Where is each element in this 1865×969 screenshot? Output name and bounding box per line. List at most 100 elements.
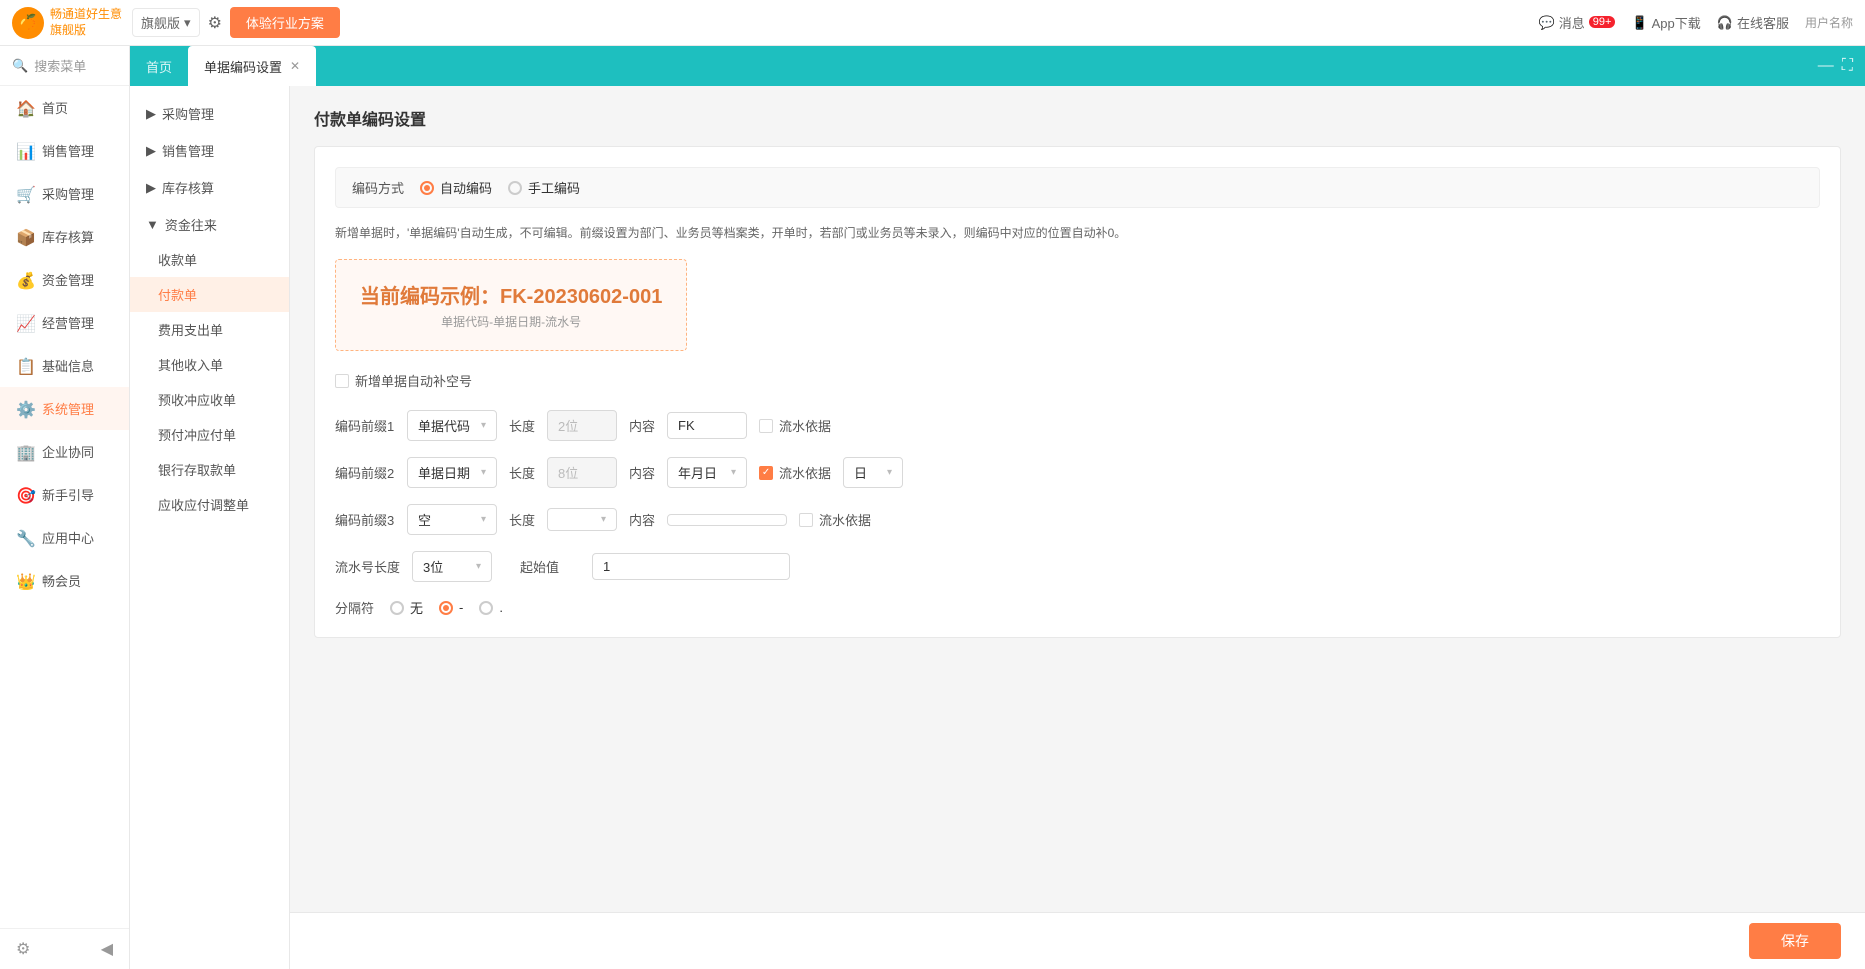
sidebar-label-member: 畅会员	[42, 571, 81, 590]
sub-group-capital-title[interactable]: ▼ 资金往来	[130, 207, 289, 242]
tab-maximize-icon[interactable]: ⛶	[1842, 57, 1853, 75]
serial-3-checkbox[interactable]	[799, 513, 813, 527]
sidebar-item-operation[interactable]: 📈 经营管理	[0, 301, 129, 344]
prefix-1-select[interactable]: 单据代码 ▾	[407, 410, 497, 441]
logo-text: 畅通道好生意 旗舰版	[50, 7, 122, 38]
manual-encode-radio[interactable]	[508, 181, 522, 195]
tab-bar-right: — ⛶	[1818, 57, 1865, 75]
message-label: 消息	[1559, 13, 1585, 32]
version-dropdown[interactable]: 旗舰版 ▾	[132, 8, 200, 37]
auto-encode-option[interactable]: 自动编码	[420, 178, 492, 197]
trial-button[interactable]: 体验行业方案	[230, 7, 340, 38]
search-label: 搜索菜单	[34, 56, 86, 75]
online-service-item[interactable]: 🎧 在线客服	[1717, 13, 1789, 32]
start-value-input[interactable]	[592, 553, 790, 580]
version-label: 旗舰版	[141, 13, 180, 32]
chevron-down-length-3: ▾	[601, 514, 606, 525]
auto-fill-checkbox[interactable]	[335, 374, 349, 388]
sidebar-label-home: 首页	[42, 98, 68, 117]
chevron-down-1: ▾	[481, 420, 486, 431]
system-icon: ⚙️	[16, 400, 34, 418]
sep-dash-radio[interactable]	[439, 601, 453, 615]
serial-2-checkbox[interactable]: ✓	[759, 466, 773, 480]
sidebar-item-home[interactable]: 🏠 首页	[0, 86, 129, 129]
tab-bar: 首页 单据编码设置 ✕ — ⛶	[130, 46, 1865, 86]
sidebar-bottom: ⚙ ◀	[0, 928, 129, 969]
sub-item-receipt[interactable]: 收款单	[130, 242, 289, 277]
topbar-left: 🍊 畅通道好生意 旗舰版 旗舰版 ▾ ⚙ 体验行业方案	[12, 7, 340, 39]
tab-home[interactable]: 首页	[130, 46, 188, 86]
message-item[interactable]: 💬 消息 99+	[1539, 13, 1616, 32]
page-title: 付款单编码设置	[314, 106, 1841, 130]
sub-item-expense[interactable]: 费用支出单	[130, 312, 289, 347]
tab-close-icon[interactable]: ✕	[290, 59, 300, 73]
sub-group-inventory-title[interactable]: ▶ 库存核算	[130, 170, 289, 205]
serial-length-label: 流水号长度	[335, 557, 400, 576]
sep-dot-option[interactable]: .	[479, 600, 503, 615]
tab-minimize-icon[interactable]: —	[1818, 57, 1834, 75]
length-3-select[interactable]: ▾	[547, 508, 617, 531]
serial-2-label: 流水依据	[779, 463, 831, 482]
sidebar-item-sales[interactable]: 📊 销售管理	[0, 129, 129, 172]
prefix-3-value: 空	[418, 510, 431, 529]
sep-none-radio[interactable]	[390, 601, 404, 615]
day-select[interactable]: 日 ▾	[843, 457, 903, 488]
prefix-3-label: 编码前缀3	[335, 510, 395, 529]
manual-encode-option[interactable]: 手工编码	[508, 178, 580, 197]
content-2-label: 内容	[629, 463, 655, 482]
search-menu[interactable]: 🔍 搜索菜单	[0, 46, 129, 86]
sub-item-prepay-payable[interactable]: 预付冲应付单	[130, 417, 289, 452]
serial-1-checkbox[interactable]	[759, 419, 773, 433]
sidebar-item-system[interactable]: ⚙️ 系统管理	[0, 387, 129, 430]
sep-dash-option[interactable]: -	[439, 600, 463, 615]
online-service-label: 在线客服	[1737, 13, 1789, 32]
sub-item-payment[interactable]: 付款单	[130, 277, 289, 312]
content-2-select[interactable]: 年月日 ▾	[667, 457, 747, 488]
sidebar-label-sales: 销售管理	[42, 141, 94, 160]
info-text: 新增单据时，'单据编码'自动生成，不可编辑。前缀设置为部门、业务员等档案类，开单…	[335, 224, 1820, 243]
prefix-row-2: 编码前缀2 单据日期 ▾ 长度 8位 内容 年月日 ▾	[335, 457, 1820, 488]
app-download-item[interactable]: 📱 App下载	[1631, 13, 1700, 32]
serial-length-value: 3位	[423, 557, 443, 576]
save-button[interactable]: 保存	[1749, 923, 1841, 959]
sales-icon: 📊	[16, 142, 34, 160]
sub-item-other-income[interactable]: 其他收入单	[130, 347, 289, 382]
sep-dot-radio[interactable]	[479, 601, 493, 615]
auto-fill-label: 新增单据自动补空号	[355, 371, 472, 390]
sidebar: 🔍 搜索菜单 🏠 首页 📊 销售管理 🛒 采购管理 📦 库存核算 💰	[0, 46, 130, 969]
sidebar-label-enterprise: 企业协同	[42, 442, 94, 461]
collapse-icon[interactable]: ◀	[101, 939, 113, 959]
chevron-down-content-2: ▾	[731, 467, 736, 478]
sub-item-bank-deposit[interactable]: 银行存取款单	[130, 452, 289, 487]
settings-icon[interactable]: ⚙	[208, 13, 222, 33]
sidebar-item-enterprise[interactable]: 🏢 企业协同	[0, 430, 129, 473]
serial-3-label: 流水依据	[819, 510, 871, 529]
sidebar-item-apps[interactable]: 🔧 应用中心	[0, 516, 129, 559]
sub-group-purchase-title[interactable]: ▶ 采购管理	[130, 96, 289, 131]
settings-bottom-icon[interactable]: ⚙	[16, 939, 30, 959]
prefix-2-label: 编码前缀2	[335, 463, 395, 482]
serial-length-select[interactable]: 3位 ▾	[412, 551, 492, 582]
sidebar-item-inventory[interactable]: 📦 库存核算	[0, 215, 129, 258]
sub-item-prepay-receivable[interactable]: 预收冲应收单	[130, 382, 289, 417]
sep-none-option[interactable]: 无	[390, 598, 423, 617]
sidebar-item-member[interactable]: 👑 畅会员	[0, 559, 129, 602]
sub-group-inventory-label: 库存核算	[162, 178, 214, 197]
tab-encoding[interactable]: 单据编码设置 ✕	[188, 46, 316, 86]
sidebar-item-finance[interactable]: 💰 资金管理	[0, 258, 129, 301]
sub-item-receivable-adj[interactable]: 应收应付调整单	[130, 487, 289, 522]
serial-1-item: 流水依据	[759, 416, 831, 435]
sidebar-item-guide[interactable]: 🎯 新手引导	[0, 473, 129, 516]
auto-fill-row: 新增单据自动补空号	[335, 371, 1820, 390]
home-icon: 🏠	[16, 99, 34, 117]
sidebar-item-basic[interactable]: 📋 基础信息	[0, 344, 129, 387]
auto-encode-radio[interactable]	[420, 181, 434, 195]
arrow-right-icon-inv: ▶	[146, 180, 156, 196]
sidebar-item-purchase[interactable]: 🛒 采购管理	[0, 172, 129, 215]
prefix-3-select[interactable]: 空 ▾	[407, 504, 497, 535]
sub-group-sales-title[interactable]: ▶ 销售管理	[130, 133, 289, 168]
content-3-input[interactable]	[667, 514, 787, 526]
prefix-2-select[interactable]: 单据日期 ▾	[407, 457, 497, 488]
length-3-label: 长度	[509, 510, 535, 529]
auto-encode-label: 自动编码	[440, 178, 492, 197]
